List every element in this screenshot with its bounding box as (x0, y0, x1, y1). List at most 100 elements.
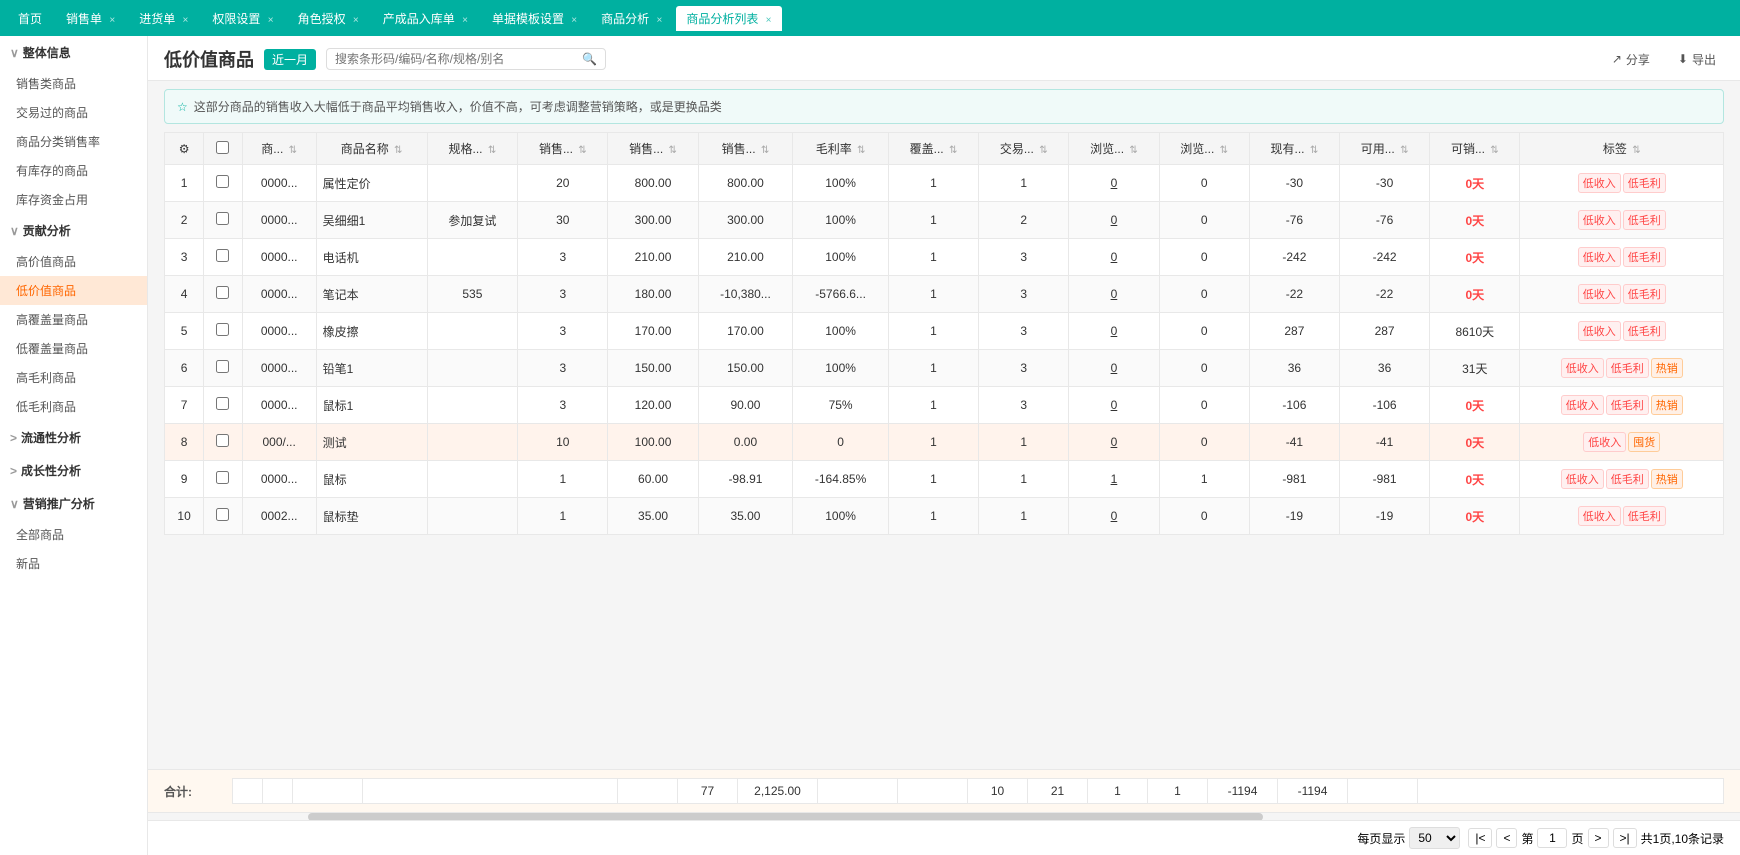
section-marketing[interactable]: ∨营销推广分析 (0, 487, 147, 520)
page-number-input[interactable] (1537, 828, 1567, 848)
nav-product-list[interactable]: 商品分析列表 × (676, 6, 781, 31)
th-view2[interactable]: 浏览... ⇅ (1159, 133, 1249, 165)
close-icon[interactable]: × (268, 15, 274, 26)
close-icon[interactable]: × (656, 15, 662, 26)
nav-product-analysis[interactable]: 商品分析 × (591, 6, 672, 31)
nav-warehouse[interactable]: 产成品入库单 × (373, 6, 478, 31)
select-all-checkbox[interactable] (216, 141, 229, 154)
th-gross-rate[interactable]: 毛利率 ⇅ (793, 133, 889, 165)
sidebar-item-new-products[interactable]: 新品 (0, 549, 147, 578)
table-container[interactable]: ⚙ 商... ⇅ 商品名称 ⇅ 规格... ⇅ 销售... ⇅ 销售... ⇅ … (148, 132, 1740, 769)
th-sales-amount[interactable]: 销售... ⇅ (608, 133, 698, 165)
view-link[interactable]: 0 (1111, 435, 1118, 449)
row-checkbox[interactable] (216, 397, 229, 410)
row-checkbox[interactable] (216, 175, 229, 188)
cell-view1[interactable]: 0 (1069, 350, 1159, 387)
cell-checkbox[interactable] (204, 424, 243, 461)
nav-sales[interactable]: 销售单 × (56, 6, 125, 31)
section-growth[interactable]: >成长性分析 (0, 454, 147, 487)
th-spec[interactable]: 规格... ⇅ (427, 133, 518, 165)
row-checkbox[interactable] (216, 323, 229, 336)
per-page-select[interactable]: 50 100 200 (1409, 827, 1460, 849)
sidebar-item-capital[interactable]: 库存资金占用 (0, 185, 147, 214)
nav-home[interactable]: 首页 (8, 6, 52, 31)
sidebar-item-in-stock[interactable]: 有库存的商品 (0, 156, 147, 185)
close-icon[interactable]: × (766, 15, 772, 26)
th-trade[interactable]: 交易... ⇅ (979, 133, 1069, 165)
row-checkbox[interactable] (216, 249, 229, 262)
row-checkbox[interactable] (216, 434, 229, 447)
section-contribution[interactable]: ∨贡献分析 (0, 214, 147, 247)
sidebar-item-low-value[interactable]: 低价值商品 (0, 276, 147, 305)
view-link[interactable]: 0 (1111, 324, 1118, 338)
row-checkbox[interactable] (216, 508, 229, 521)
view-link[interactable]: 0 (1111, 250, 1118, 264)
cell-view1[interactable]: 1 (1069, 461, 1159, 498)
view-link[interactable]: 1 (1111, 472, 1118, 486)
close-icon[interactable]: × (109, 15, 115, 26)
footer-scrollbar[interactable] (148, 812, 1740, 820)
th-view1[interactable]: 浏览... ⇅ (1069, 133, 1159, 165)
cell-view1[interactable]: 0 (1069, 424, 1159, 461)
last-page-button[interactable]: >| (1613, 828, 1637, 848)
prev-page-button[interactable]: < (1496, 828, 1517, 848)
sidebar-item-low-coverage[interactable]: 低覆盖量商品 (0, 334, 147, 363)
th-gear[interactable]: ⚙ (165, 133, 204, 165)
view-link[interactable]: 0 (1111, 176, 1118, 190)
th-sales-profit[interactable]: 销售... ⇅ (698, 133, 793, 165)
date-filter-tag[interactable]: 近一月 (264, 49, 316, 70)
row-checkbox[interactable] (216, 360, 229, 373)
sidebar-item-traded[interactable]: 交易过的商品 (0, 98, 147, 127)
cell-view1[interactable]: 0 (1069, 202, 1159, 239)
nav-role[interactable]: 角色授权 × (288, 6, 369, 31)
section-overall[interactable]: ∨整体信息 (0, 36, 147, 69)
export-button[interactable]: ⬇ 导出 (1670, 47, 1724, 72)
close-icon[interactable]: × (462, 15, 468, 26)
row-checkbox[interactable] (216, 471, 229, 484)
th-sales-qty[interactable]: 销售... ⇅ (518, 133, 608, 165)
first-page-button[interactable]: |< (1468, 828, 1492, 848)
sidebar-item-all-products[interactable]: 全部商品 (0, 520, 147, 549)
row-checkbox[interactable] (216, 212, 229, 225)
th-tags[interactable]: 标签 ⇅ (1520, 133, 1724, 165)
cell-view1[interactable]: 0 (1069, 498, 1159, 535)
cell-view1[interactable]: 0 (1069, 313, 1159, 350)
th-sellable[interactable]: 可销... ⇅ (1430, 133, 1520, 165)
cell-view1[interactable]: 0 (1069, 239, 1159, 276)
row-checkbox[interactable] (216, 286, 229, 299)
cell-view1[interactable]: 0 (1069, 387, 1159, 424)
cell-checkbox[interactable] (204, 387, 243, 424)
search-input[interactable] (335, 52, 578, 66)
nav-template[interactable]: 单据模板设置 × (482, 6, 587, 31)
sidebar-item-high-value[interactable]: 高价值商品 (0, 247, 147, 276)
close-icon[interactable]: × (183, 15, 189, 26)
nav-purchase[interactable]: 进货单 × (129, 6, 198, 31)
cell-checkbox[interactable] (204, 239, 243, 276)
cell-view1[interactable]: 0 (1069, 276, 1159, 313)
sidebar-item-low-profit[interactable]: 低毛利商品 (0, 392, 147, 421)
cell-checkbox[interactable] (204, 276, 243, 313)
view-link[interactable]: 0 (1111, 398, 1118, 412)
cell-checkbox[interactable] (204, 498, 243, 535)
cell-view1[interactable]: 0 (1069, 165, 1159, 202)
close-icon[interactable]: × (353, 15, 359, 26)
cell-checkbox[interactable] (204, 313, 243, 350)
view-link[interactable]: 0 (1111, 287, 1118, 301)
th-name[interactable]: 商品名称 ⇅ (316, 133, 427, 165)
close-icon[interactable]: × (571, 15, 577, 26)
share-button[interactable]: ↗ 分享 (1604, 47, 1658, 72)
sidebar-item-high-coverage[interactable]: 高覆盖量商品 (0, 305, 147, 334)
th-available[interactable]: 可用... ⇅ (1339, 133, 1429, 165)
cell-checkbox[interactable] (204, 350, 243, 387)
th-code[interactable]: 商... ⇅ (242, 133, 316, 165)
view-link[interactable]: 0 (1111, 213, 1118, 227)
cell-checkbox[interactable] (204, 461, 243, 498)
sidebar-item-category-rate[interactable]: 商品分类销售率 (0, 127, 147, 156)
sidebar-item-high-profit[interactable]: 高毛利商品 (0, 363, 147, 392)
section-circulation[interactable]: >流通性分析 (0, 421, 147, 454)
cell-checkbox[interactable] (204, 202, 243, 239)
nav-permission[interactable]: 权限设置 × (202, 6, 283, 31)
next-page-button[interactable]: > (1588, 828, 1609, 848)
view-link[interactable]: 0 (1111, 509, 1118, 523)
sidebar-item-sales-products[interactable]: 销售类商品 (0, 69, 147, 98)
